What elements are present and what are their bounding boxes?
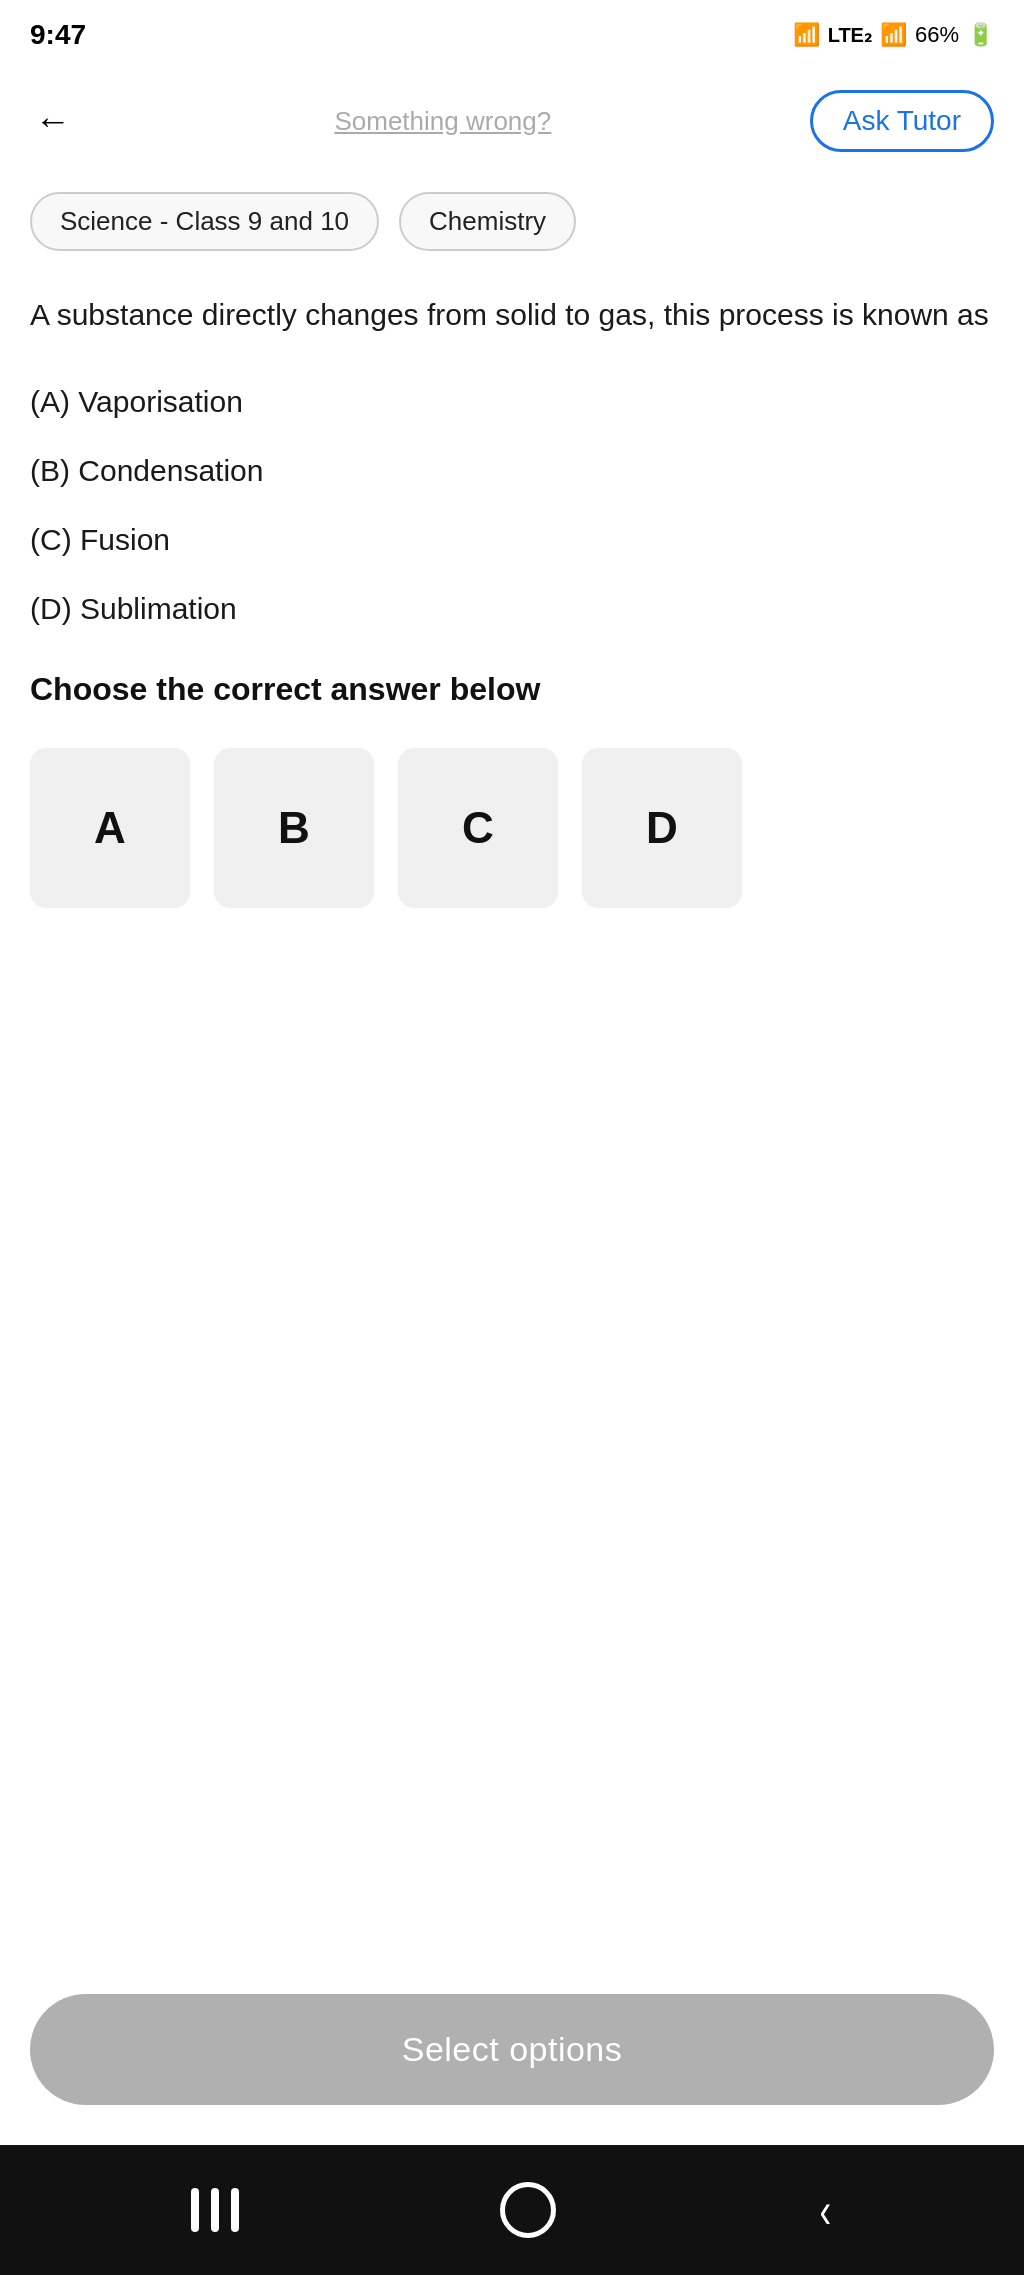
answer-button-c[interactable]: C — [398, 748, 558, 908]
bars-icon — [191, 2188, 239, 2232]
signal-icon: 📶 — [793, 22, 820, 48]
option-b: (B) Condensation — [30, 448, 994, 493]
option-d: (D) Sublimation — [30, 586, 994, 631]
home-button[interactable] — [500, 2182, 556, 2238]
back-nav-button[interactable]: ‹ — [817, 2181, 834, 2239]
lte-icon: LTE₂ — [828, 23, 872, 47]
select-options-container: Select options — [0, 1974, 1024, 2145]
question-text: A substance directly changes from solid … — [30, 291, 994, 339]
answer-button-b[interactable]: B — [214, 748, 374, 908]
content-spacer — [0, 1143, 1024, 1975]
top-nav: ← Something wrong? Ask Tutor — [0, 70, 1024, 172]
bottom-nav: ‹ — [0, 2145, 1024, 2275]
ask-tutor-button[interactable]: Ask Tutor — [810, 90, 994, 152]
signal-icon-2: 📶 — [880, 22, 907, 48]
status-bar: 9:47 📶 LTE₂ 📶 66% 🔋 — [0, 0, 1024, 70]
battery-text: 66% — [915, 22, 959, 48]
recent-apps-button[interactable] — [191, 2188, 239, 2232]
answer-button-d[interactable]: D — [582, 748, 742, 908]
answer-buttons-row: A B C D — [30, 748, 994, 908]
answer-button-a[interactable]: A — [30, 748, 190, 908]
option-a: (A) Vaporisation — [30, 379, 994, 424]
question-section: A substance directly changes from solid … — [0, 271, 1024, 1143]
select-options-button[interactable]: Select options — [30, 1994, 994, 2105]
something-wrong-link[interactable]: Something wrong? — [334, 106, 551, 137]
tags-row: Science - Class 9 and 10 Chemistry — [0, 172, 1024, 271]
option-c: (C) Fusion — [30, 517, 994, 562]
tag-chemistry[interactable]: Chemistry — [399, 192, 576, 251]
tag-science[interactable]: Science - Class 9 and 10 — [30, 192, 379, 251]
home-circle-icon — [500, 2182, 556, 2238]
choose-label: Choose the correct answer below — [30, 671, 994, 708]
status-icons: 📶 LTE₂ 📶 66% 🔋 — [793, 22, 994, 48]
back-button[interactable]: ← — [30, 95, 76, 147]
chevron-left-icon: ‹ — [819, 2181, 831, 2239]
status-time: 9:47 — [30, 19, 86, 51]
battery-icon: 🔋 — [967, 22, 994, 48]
